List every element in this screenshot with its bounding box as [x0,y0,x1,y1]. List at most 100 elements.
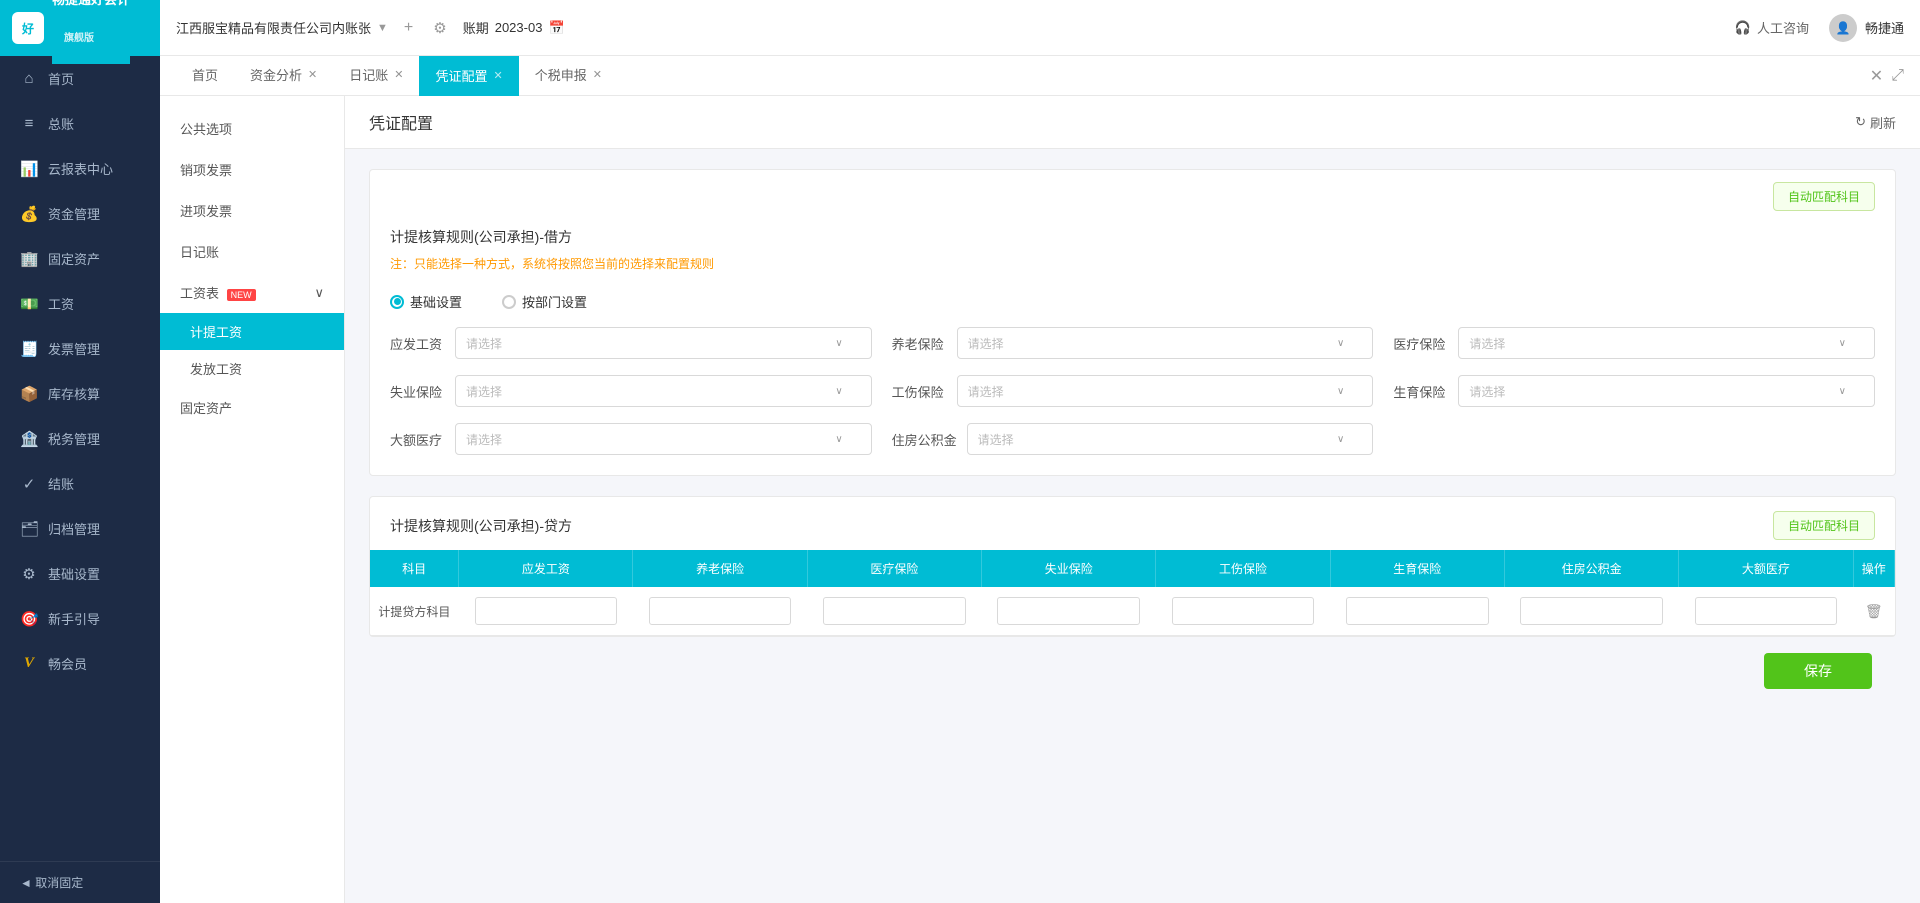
sidebar-item-guide[interactable]: 🎯 新手引导 [0,596,160,641]
field-gsbx-label: 工伤保险 [892,382,947,401]
chevron-down-icon: ∨ [1839,386,1846,397]
chevron-down-icon: ∨ [1337,434,1344,445]
table-header-row: 科目 应发工资 养老保险 医疗保险 失业保险 工伤保险 生育保险 住房公积金 大… [370,550,1895,587]
col-ylbx: 医疗保险 [807,550,981,587]
sidebar-item-settings[interactable]: ⚙ 基础设置 [0,551,160,596]
tab-capital[interactable]: 资金分析 ✕ [234,56,333,96]
user-menu[interactable]: 👤 畅捷通 [1829,14,1904,42]
left-menu-advance-salary[interactable]: 计提工资 [160,313,344,350]
input-yibx[interactable] [649,597,791,625]
col-zhgjj: 住房公积金 [1504,550,1678,587]
save-button[interactable]: 保存 [1764,653,1872,689]
sidebar-item-ledger[interactable]: ≡ 总账 [0,101,160,146]
sidebar-item-tax[interactable]: 🏦 税务管理 [0,416,160,461]
input-zhgjj[interactable] [1520,597,1662,625]
field-ylbx-select[interactable]: 请选择 ∨ [1458,327,1875,359]
credit-section-title: 计提核算规则(公司承担)-贷方 [390,516,572,536]
tab-diary-close[interactable]: ✕ [394,68,403,81]
content: 公共选项 销项发票 进项发票 日记账 工资表 NEW ∨ 计提工资 [160,96,1920,903]
row-label: 计提贷方科目 [370,587,459,636]
tab-tax[interactable]: 个税申报 ✕ [519,56,618,96]
field-deyil-label: 大额医疗 [390,430,445,449]
col-action: 操作 [1853,550,1894,587]
left-menu-public[interactable]: 公共选项 [160,108,344,149]
left-menu-fixed-assets[interactable]: 固定资产 [160,387,344,428]
checkout-icon: ✓ [20,475,38,493]
field-sybx-label: 失业保险 [390,382,445,401]
username: 畅捷通 [1865,18,1904,37]
left-menu-salary-table[interactable]: 工资表 NEW ∨ [160,272,344,313]
input-ylbx[interactable] [823,597,965,625]
debit-auto-match-container: 自动匹配科目 [370,170,1895,211]
support-button[interactable]: 🎧 人工咨询 [1735,18,1809,37]
tab-capital-close[interactable]: ✕ [308,68,317,81]
input-sybx[interactable] [997,597,1139,625]
field-sybx-select[interactable]: 请选择 ∨ [455,375,872,407]
input-sybx2[interactable] [1346,597,1488,625]
mode-basic[interactable]: 基础设置 [390,292,462,311]
sidebar-item-capital[interactable]: 💰 资金管理 [0,191,160,236]
cell-ylbx [807,587,981,636]
left-menu-purchase-invoice[interactable]: 进项发票 [160,190,344,231]
tabbar: 首页 资金分析 ✕ 日记账 ✕ 凭证配置 ✕ 个税申报 ✕ ✕ ⤢ [160,56,1920,96]
col-deyil: 大额医疗 [1679,550,1853,587]
sidebar-item-invoice[interactable]: 🧾 发票管理 [0,326,160,371]
tab-home[interactable]: 首页 [176,56,234,96]
cell-yibx [633,587,807,636]
refresh-button[interactable]: ↻ 刷新 [1855,113,1896,132]
headset-icon: 🎧 [1735,20,1751,36]
delete-row-button[interactable]: 🗑 [1865,603,1883,619]
tab-diary[interactable]: 日记账 ✕ [333,56,419,96]
tab-voucher[interactable]: 凭证配置 ✕ [419,56,518,96]
company-selector[interactable]: 江西服宝精品有限责任公司内账张 ▼ [176,18,388,37]
company-dropdown-icon: ▼ [377,22,388,34]
sidebar-item-report[interactable]: 📊 云报表中心 [0,146,160,191]
home-icon: ⌂ [20,70,38,87]
credit-auto-match-button[interactable]: 自动匹配科目 [1773,511,1875,540]
field-yfgz-select[interactable]: 请选择 ∨ [455,327,872,359]
sidebar-nav: ⌂ 首页 ≡ 总账 📊 云报表中心 💰 资金管理 🏢 固定资产 💵 工资 🧾 发… [0,56,160,861]
sidebar-item-archive[interactable]: 🗂 归档管理 [0,506,160,551]
input-gsbx[interactable] [1172,597,1314,625]
tab-tax-close[interactable]: ✕ [593,68,602,81]
sidebar-unpin[interactable]: ◄ 取消固定 [0,861,160,903]
cell-sybx [982,587,1156,636]
sidebar-item-checkout[interactable]: ✓ 结账 [0,461,160,506]
field-yibx-select[interactable]: 请选择 ∨ [957,327,1374,359]
period-selector[interactable]: 账期 2023-03 📅 [463,18,565,37]
left-menu-sales-invoice[interactable]: 销项发票 [160,149,344,190]
debit-form-grid: 应发工资 请选择 ∨ 养老保险 请选择 ∨ [370,327,1895,475]
calendar-icon: 📅 [548,20,564,36]
maximize-icon[interactable]: ⤢ [1891,67,1904,85]
invoice-icon: 🧾 [20,340,38,358]
field-gsbx-select[interactable]: 请选择 ∨ [957,375,1374,407]
sidebar-item-salary[interactable]: 💵 工资 [0,281,160,326]
app-logo: 好 畅捷通好会计 旗舰版 [0,0,160,56]
guide-icon: 🎯 [20,610,38,628]
tab-voucher-close[interactable]: ✕ [494,69,503,82]
left-menu: 公共选项 销项发票 进项发票 日记账 工资表 NEW ∨ 计提工资 [160,96,345,903]
sidebar-item-assets[interactable]: 🏢 固定资产 [0,236,160,281]
sidebar-item-vip[interactable]: V 畅会员 [0,641,160,686]
field-sybx2-select[interactable]: 请选择 ∨ [1458,375,1875,407]
chevron-down-icon: ∨ [1337,386,1344,397]
save-bar: 保存 [369,637,1896,705]
input-yfgz[interactable] [475,597,617,625]
col-yfgz: 应发工资 [459,550,633,587]
debit-auto-match-button[interactable]: 自动匹配科目 [1773,182,1875,211]
debit-section-title: 计提核算规则(公司承担)-借方 [370,211,1895,255]
field-deyil-select[interactable]: 请选择 ∨ [455,423,872,455]
field-zhgjj-select[interactable]: 请选择 ∨ [967,423,1374,455]
chevron-down-icon: ∨ [835,434,842,445]
input-deyil[interactable] [1695,597,1837,625]
mode-department[interactable]: 按部门设置 [502,292,587,311]
close-window-icon[interactable]: ✕ [1870,66,1883,86]
settings-button[interactable]: ⚙ [429,15,450,41]
left-menu-pay-salary[interactable]: 发放工资 [160,350,344,387]
left-menu-diary[interactable]: 日记账 [160,231,344,272]
col-subject: 科目 [370,550,459,587]
add-tab-button[interactable]: + [400,15,417,41]
sidebar-item-inventory[interactable]: 📦 库存核算 [0,371,160,416]
topbar: 江西服宝精品有限责任公司内账张 ▼ + ⚙ 账期 2023-03 📅 🎧 人工咨… [160,0,1920,56]
sidebar-item-home[interactable]: ⌂ 首页 [0,56,160,101]
